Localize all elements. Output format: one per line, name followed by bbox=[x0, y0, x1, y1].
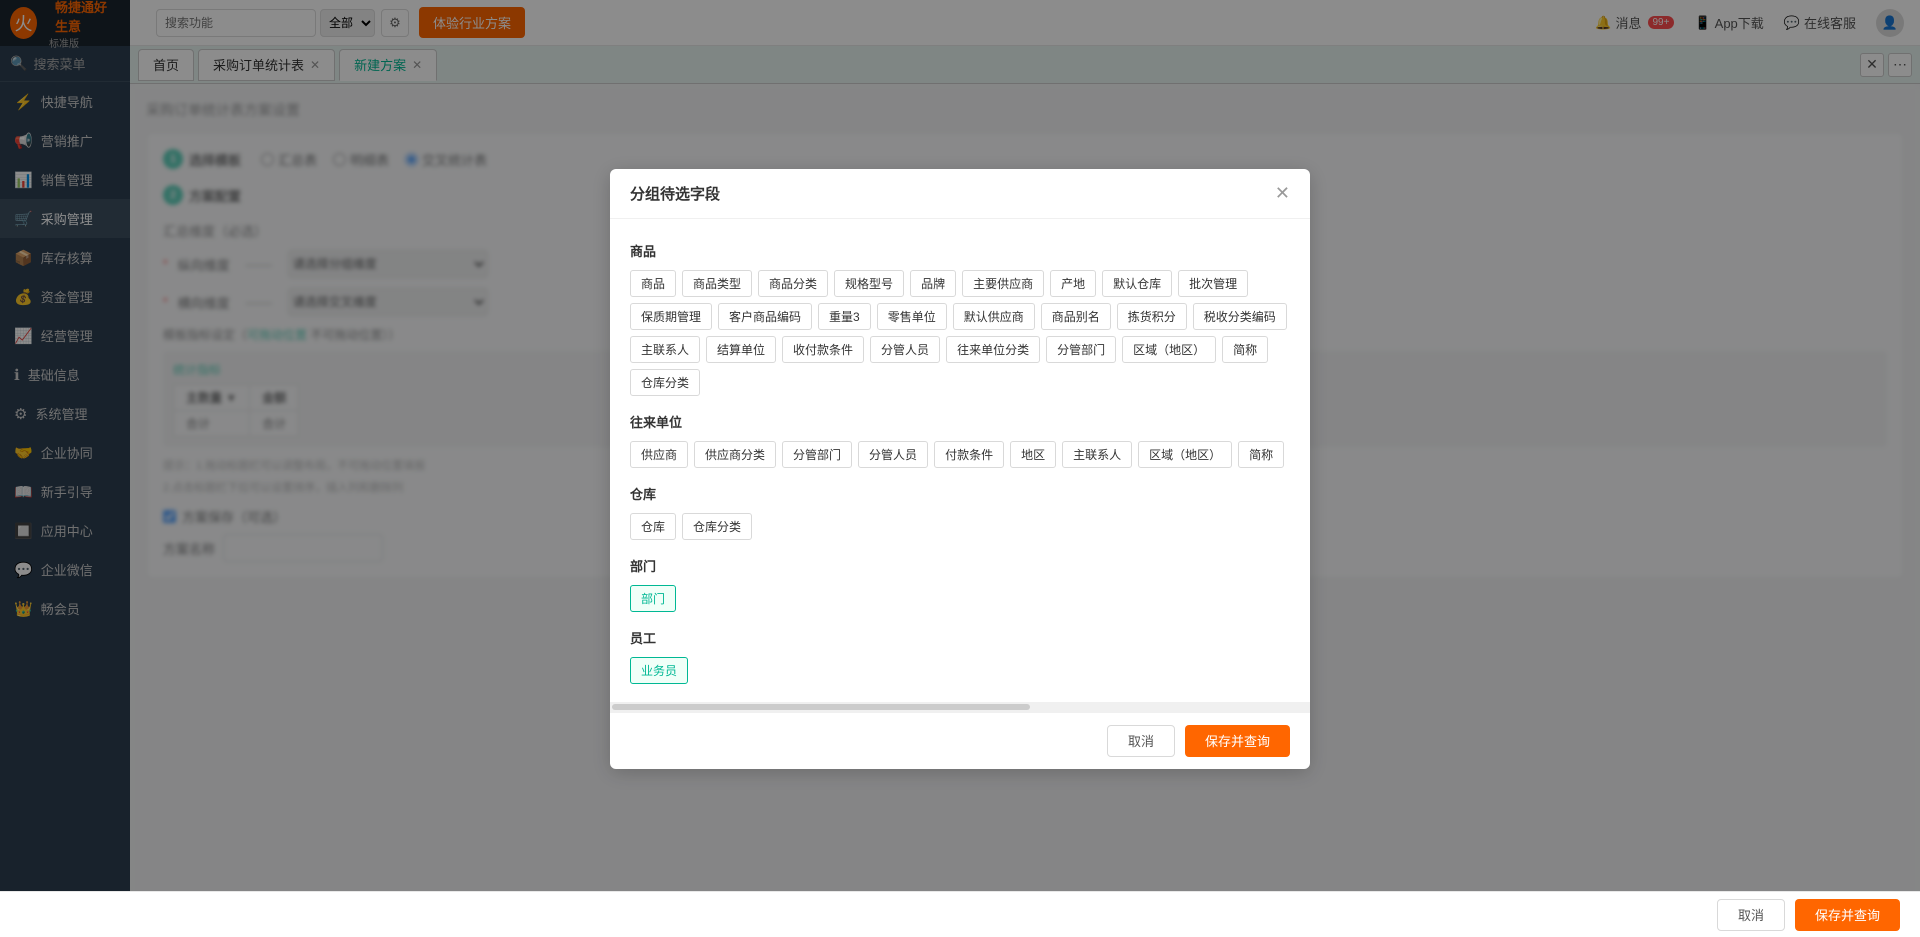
tag-分管部门[interactable]: 分管部门 bbox=[782, 441, 852, 468]
tag-简称-p[interactable]: 简称 bbox=[1222, 336, 1268, 363]
tag-结算单位[interactable]: 结算单位 bbox=[706, 336, 776, 363]
tag-分管人员-p[interactable]: 分管人员 bbox=[870, 336, 940, 363]
modal-close-button[interactable]: ✕ bbox=[1275, 183, 1290, 204]
modal-hscroll-thumb bbox=[612, 704, 1030, 710]
modal-header: 分组待选字段 ✕ bbox=[610, 169, 1310, 219]
tag-往来单位分类[interactable]: 往来单位分类 bbox=[946, 336, 1040, 363]
tag-供应商分类[interactable]: 供应商分类 bbox=[694, 441, 776, 468]
tag-批次管理[interactable]: 批次管理 bbox=[1178, 270, 1248, 297]
modal-save-button[interactable]: 保存并查询 bbox=[1185, 725, 1290, 757]
tag-拣货积分[interactable]: 拣货积分 bbox=[1117, 303, 1187, 330]
tag-客户商品编码[interactable]: 客户商品编码 bbox=[718, 303, 812, 330]
modal-overlay: 分组待选字段 ✕ 商品 商品 商品类型 商品分类 规格型号 品牌 主要供应商 产… bbox=[0, 0, 1920, 937]
tag-分管人员[interactable]: 分管人员 bbox=[858, 441, 928, 468]
tag-主联系人[interactable]: 主联系人 bbox=[1062, 441, 1132, 468]
tag-收付款条件[interactable]: 收付款条件 bbox=[782, 336, 864, 363]
tag-保质期管理[interactable]: 保质期管理 bbox=[630, 303, 712, 330]
tag-商品分类[interactable]: 商品分类 bbox=[758, 270, 828, 297]
tag-默认供应商[interactable]: 默认供应商 bbox=[953, 303, 1035, 330]
tag-商品[interactable]: 商品 bbox=[630, 270, 676, 297]
tag-产地[interactable]: 产地 bbox=[1050, 270, 1096, 297]
modal-footer: 取消 保存并查询 bbox=[610, 712, 1310, 769]
tag-商品类型[interactable]: 商品类型 bbox=[682, 270, 752, 297]
tag-付款条件[interactable]: 付款条件 bbox=[934, 441, 1004, 468]
tag-仓库[interactable]: 仓库 bbox=[630, 513, 676, 540]
tag-品牌[interactable]: 品牌 bbox=[910, 270, 956, 297]
tag-商品别名[interactable]: 商品别名 bbox=[1041, 303, 1111, 330]
tag-主要供应商[interactable]: 主要供应商 bbox=[962, 270, 1044, 297]
section-title-部门: 部门 bbox=[630, 556, 1290, 575]
modal-body: 商品 商品 商品类型 商品分类 规格型号 品牌 主要供应商 产地 默认仓库 批次… bbox=[610, 219, 1310, 702]
tag-税收分类编码[interactable]: 税收分类编码 bbox=[1193, 303, 1287, 330]
tag-分管部门-p[interactable]: 分管部门 bbox=[1046, 336, 1116, 363]
tags-grid-partner: 供应商 供应商分类 分管部门 分管人员 付款条件 地区 主联系人 区域（地区） … bbox=[630, 441, 1290, 468]
section-title-商品: 商品 bbox=[630, 241, 1290, 260]
tag-业务员[interactable]: 业务员 bbox=[630, 657, 688, 684]
tag-地区[interactable]: 地区 bbox=[1010, 441, 1056, 468]
tag-零售单位[interactable]: 零售单位 bbox=[877, 303, 947, 330]
modal-cancel-button[interactable]: 取消 bbox=[1107, 725, 1175, 757]
tag-供应商[interactable]: 供应商 bbox=[630, 441, 688, 468]
tag-仓库分类[interactable]: 仓库分类 bbox=[682, 513, 752, 540]
tags-grid-employee: 业务员 bbox=[630, 657, 1290, 684]
modal-title: 分组待选字段 bbox=[630, 183, 720, 204]
tag-仓库分类-p[interactable]: 仓库分类 bbox=[630, 369, 700, 396]
modal-dialog: 分组待选字段 ✕ 商品 商品 商品类型 商品分类 规格型号 品牌 主要供应商 产… bbox=[610, 169, 1310, 769]
tag-默认仓库[interactable]: 默认仓库 bbox=[1102, 270, 1172, 297]
tags-grid-warehouse: 仓库 仓库分类 bbox=[630, 513, 1290, 540]
bottom-cancel-button[interactable]: 取消 bbox=[1717, 899, 1785, 931]
modal-horizontal-scrollbar[interactable] bbox=[610, 702, 1310, 712]
section-title-仓库: 仓库 bbox=[630, 484, 1290, 503]
tag-重量3[interactable]: 重量3 bbox=[818, 303, 871, 330]
tags-grid-product: 商品 商品类型 商品分类 规格型号 品牌 主要供应商 产地 默认仓库 批次管理 … bbox=[630, 270, 1290, 396]
tags-grid-department: 部门 bbox=[630, 585, 1290, 612]
bottom-bar: 取消 保存并查询 bbox=[0, 891, 1920, 937]
tag-主联系人-p[interactable]: 主联系人 bbox=[630, 336, 700, 363]
bottom-save-button[interactable]: 保存并查询 bbox=[1795, 899, 1900, 931]
tag-简称[interactable]: 简称 bbox=[1238, 441, 1284, 468]
tag-区域地区-p[interactable]: 区域（地区） bbox=[1122, 336, 1216, 363]
section-title-员工: 员工 bbox=[630, 628, 1290, 647]
tag-部门[interactable]: 部门 bbox=[630, 585, 676, 612]
tag-区域地区[interactable]: 区域（地区） bbox=[1138, 441, 1232, 468]
section-title-往来单位: 往来单位 bbox=[630, 412, 1290, 431]
tag-规格型号[interactable]: 规格型号 bbox=[834, 270, 904, 297]
